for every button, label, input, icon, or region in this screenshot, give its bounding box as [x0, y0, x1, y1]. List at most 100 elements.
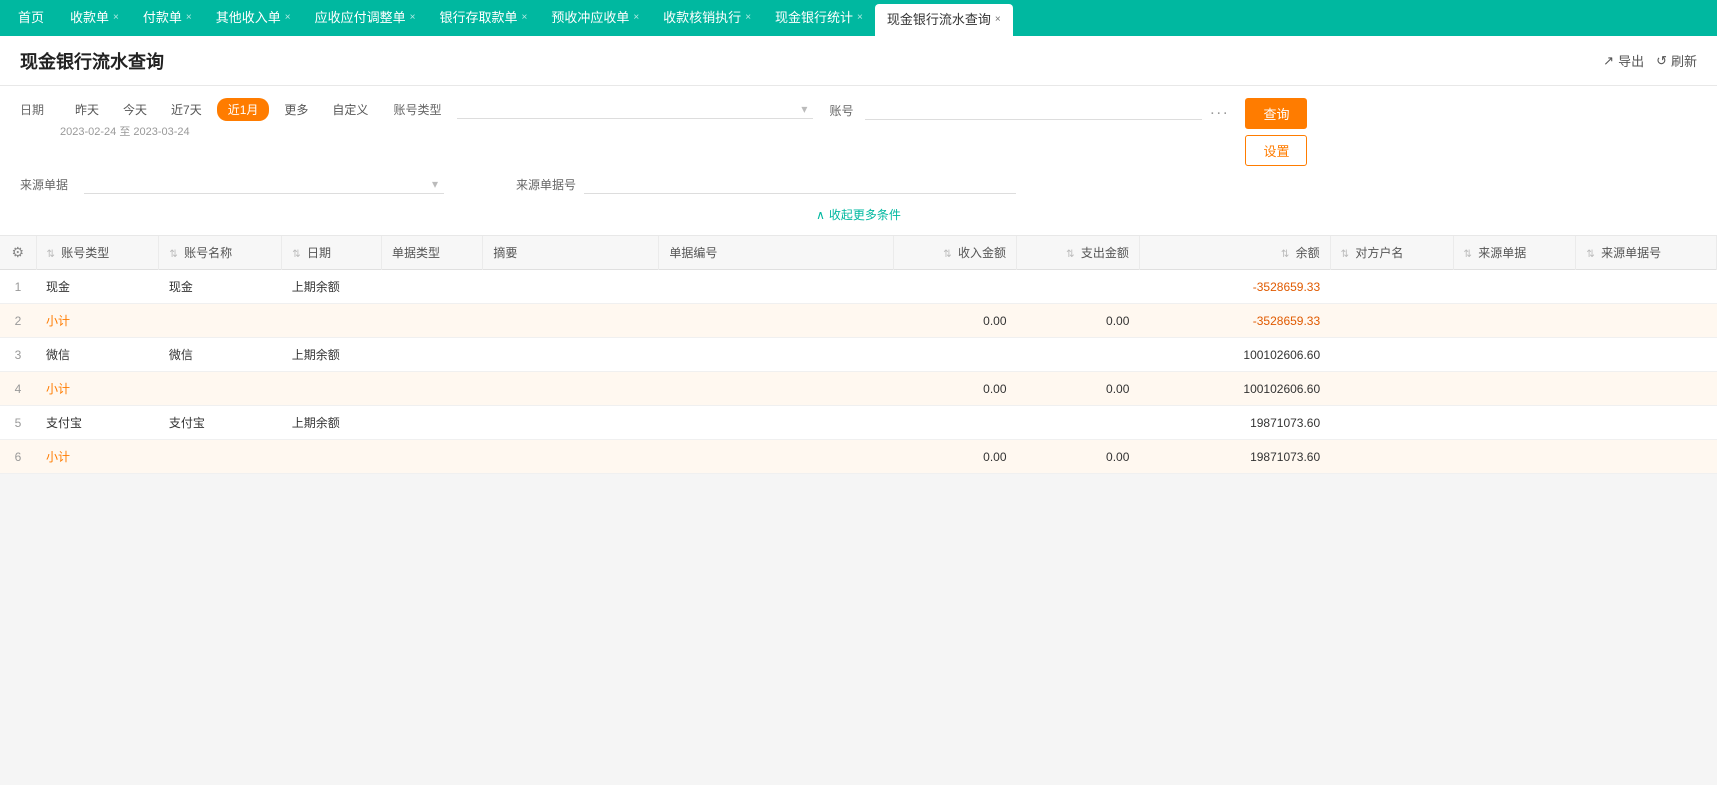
export-button[interactable]: ↗ 导出 [1603, 51, 1644, 70]
cell-expense: 0.00 [1017, 440, 1140, 474]
cell-income [894, 338, 1017, 372]
th-date[interactable]: ⇅ 日期 [282, 236, 382, 270]
cell-account-type: 小计 [36, 440, 159, 474]
close-icon[interactable]: × [521, 0, 527, 36]
table-row[interactable]: 3微信微信上期余额100102606.60 [0, 338, 1717, 372]
gear-icon[interactable]: ⚙ [11, 244, 24, 260]
cell-source-doc-no [1576, 270, 1717, 304]
date-more[interactable]: 更多 [275, 98, 317, 121]
nav-home[interactable]: 首页 [4, 0, 58, 36]
account-type-label: 账号类型 [393, 101, 449, 118]
tab-prepayment[interactable]: 预收冲应收单 × [539, 0, 651, 36]
cell-expense: 0.00 [1017, 304, 1140, 338]
sort-arrows-icon: ⇅ [943, 249, 951, 260]
close-icon[interactable]: × [857, 0, 863, 36]
date-today[interactable]: 今天 [114, 98, 156, 121]
close-icon[interactable]: × [285, 0, 291, 36]
account-type-select[interactable]: ▾ [457, 100, 813, 119]
date-last1month[interactable]: 近1月 [217, 98, 270, 121]
cell-source-doc [1453, 406, 1576, 440]
date-yesterday[interactable]: 昨天 [66, 98, 108, 121]
table-row[interactable]: 1现金现金上期余额-3528659.33 [0, 270, 1717, 304]
close-icon[interactable]: × [745, 0, 751, 36]
th-income[interactable]: ⇅ 收入金额 [894, 236, 1017, 270]
cell-doc-no [659, 270, 894, 304]
th-doc-type[interactable]: 单据类型 [382, 236, 483, 270]
tab-collection-exec[interactable]: 收款核销执行 × [651, 0, 763, 36]
table-row[interactable]: 5支付宝支付宝上期余额19871073.60 [0, 406, 1717, 440]
cell-income [894, 270, 1017, 304]
date-label: 日期 [20, 101, 60, 118]
th-expense[interactable]: ⇅ 支出金额 [1017, 236, 1140, 270]
cell-summary [483, 406, 659, 440]
cell-date: 上期余额 [282, 338, 382, 372]
tab-adjustment[interactable]: 应收应付调整单 × [303, 0, 428, 36]
refresh-button[interactable]: ↺ 刷新 [1656, 51, 1697, 70]
cell-doc-type [382, 270, 483, 304]
cell-account-type: 微信 [36, 338, 159, 372]
cell-counterparty [1330, 270, 1453, 304]
chevron-down-icon: ▾ [432, 177, 438, 191]
chevron-down-icon: ▾ [801, 102, 807, 116]
tab-bank-stats[interactable]: 现金银行统计 × [763, 0, 875, 36]
th-doc-no[interactable]: 单据编号 [659, 236, 894, 270]
cell-source-doc-no [1576, 372, 1717, 406]
th-balance[interactable]: ⇅ 余额 [1139, 236, 1330, 270]
cell-doc-type [382, 440, 483, 474]
cell-doc-no [659, 338, 894, 372]
sort-arrows-icon: ⇅ [1464, 249, 1472, 260]
cell-date: 上期余额 [282, 406, 382, 440]
th-source-doc[interactable]: ⇅ 来源单据 [1453, 236, 1576, 270]
cell-account-name: 微信 [159, 338, 282, 372]
table-row[interactable]: 6小计0.000.0019871073.60 [0, 440, 1717, 474]
settings-button[interactable]: 设置 [1245, 135, 1307, 166]
close-icon[interactable]: × [995, 4, 1001, 36]
cell-balance: -3528659.33 [1139, 270, 1330, 304]
account-dots[interactable]: ... [1210, 101, 1229, 119]
account-input[interactable] [865, 100, 1202, 120]
cell-source-doc [1453, 372, 1576, 406]
cell-date [282, 372, 382, 406]
table-row[interactable]: 2小计0.000.00-3528659.33 [0, 304, 1717, 338]
th-summary[interactable]: 摘要 [483, 236, 659, 270]
tab-fukuandan[interactable]: 付款单 × [131, 0, 204, 36]
date-last7[interactable]: 近7天 [162, 98, 211, 121]
th-source-doc-no[interactable]: ⇅ 来源单据号 [1576, 236, 1717, 270]
cell-balance: 100102606.60 [1139, 372, 1330, 406]
tab-bank-deposit[interactable]: 银行存取款单 × [427, 0, 539, 36]
cell-balance: -3528659.33 [1139, 304, 1330, 338]
date-custom[interactable]: 自定义 [323, 98, 377, 121]
query-button[interactable]: 查询 [1245, 98, 1307, 129]
sort-arrows-icon: ⇅ [169, 249, 177, 260]
close-icon[interactable]: × [633, 0, 639, 36]
cell-balance: 19871073.60 [1139, 440, 1330, 474]
th-account-name[interactable]: ⇅ 账号名称 [159, 236, 282, 270]
cell-income: 0.00 [894, 304, 1017, 338]
cell-date: 上期余额 [282, 270, 382, 304]
close-icon[interactable]: × [410, 0, 416, 36]
cell-account-name [159, 372, 282, 406]
sort-arrows-icon: ⇅ [1281, 249, 1289, 260]
collapse-bar[interactable]: ∧ 收起更多条件 [20, 202, 1697, 223]
close-icon[interactable]: × [113, 0, 119, 36]
table-row[interactable]: 4小计0.000.00100102606.60 [0, 372, 1717, 406]
source-doc-no-input[interactable] [584, 174, 1016, 194]
page-header: 现金银行流水查询 ↗ 导出 ↺ 刷新 [0, 36, 1717, 86]
close-icon[interactable]: × [186, 0, 192, 36]
tab-shoukuandan[interactable]: 收款单 × [58, 0, 131, 36]
cell-balance: 19871073.60 [1139, 406, 1330, 440]
collapse-icon: ∧ [816, 208, 825, 222]
refresh-icon: ↺ [1656, 53, 1667, 69]
cell-summary [483, 304, 659, 338]
source-doc-select[interactable]: ▾ [84, 175, 444, 194]
cell-doc-no [659, 372, 894, 406]
tab-bank-flow-query[interactable]: 现金银行流水查询 × [875, 4, 1013, 36]
cell-counterparty [1330, 440, 1453, 474]
cell-expense [1017, 338, 1140, 372]
th-account-type[interactable]: ⇅ 账号类型 [36, 236, 159, 270]
th-settings[interactable]: ⚙ [0, 236, 36, 270]
tab-other-income[interactable]: 其他收入单 × [204, 0, 303, 36]
th-counterparty[interactable]: ⇅ 对方户名 [1330, 236, 1453, 270]
cell-source-doc [1453, 338, 1576, 372]
cell-doc-no [659, 440, 894, 474]
